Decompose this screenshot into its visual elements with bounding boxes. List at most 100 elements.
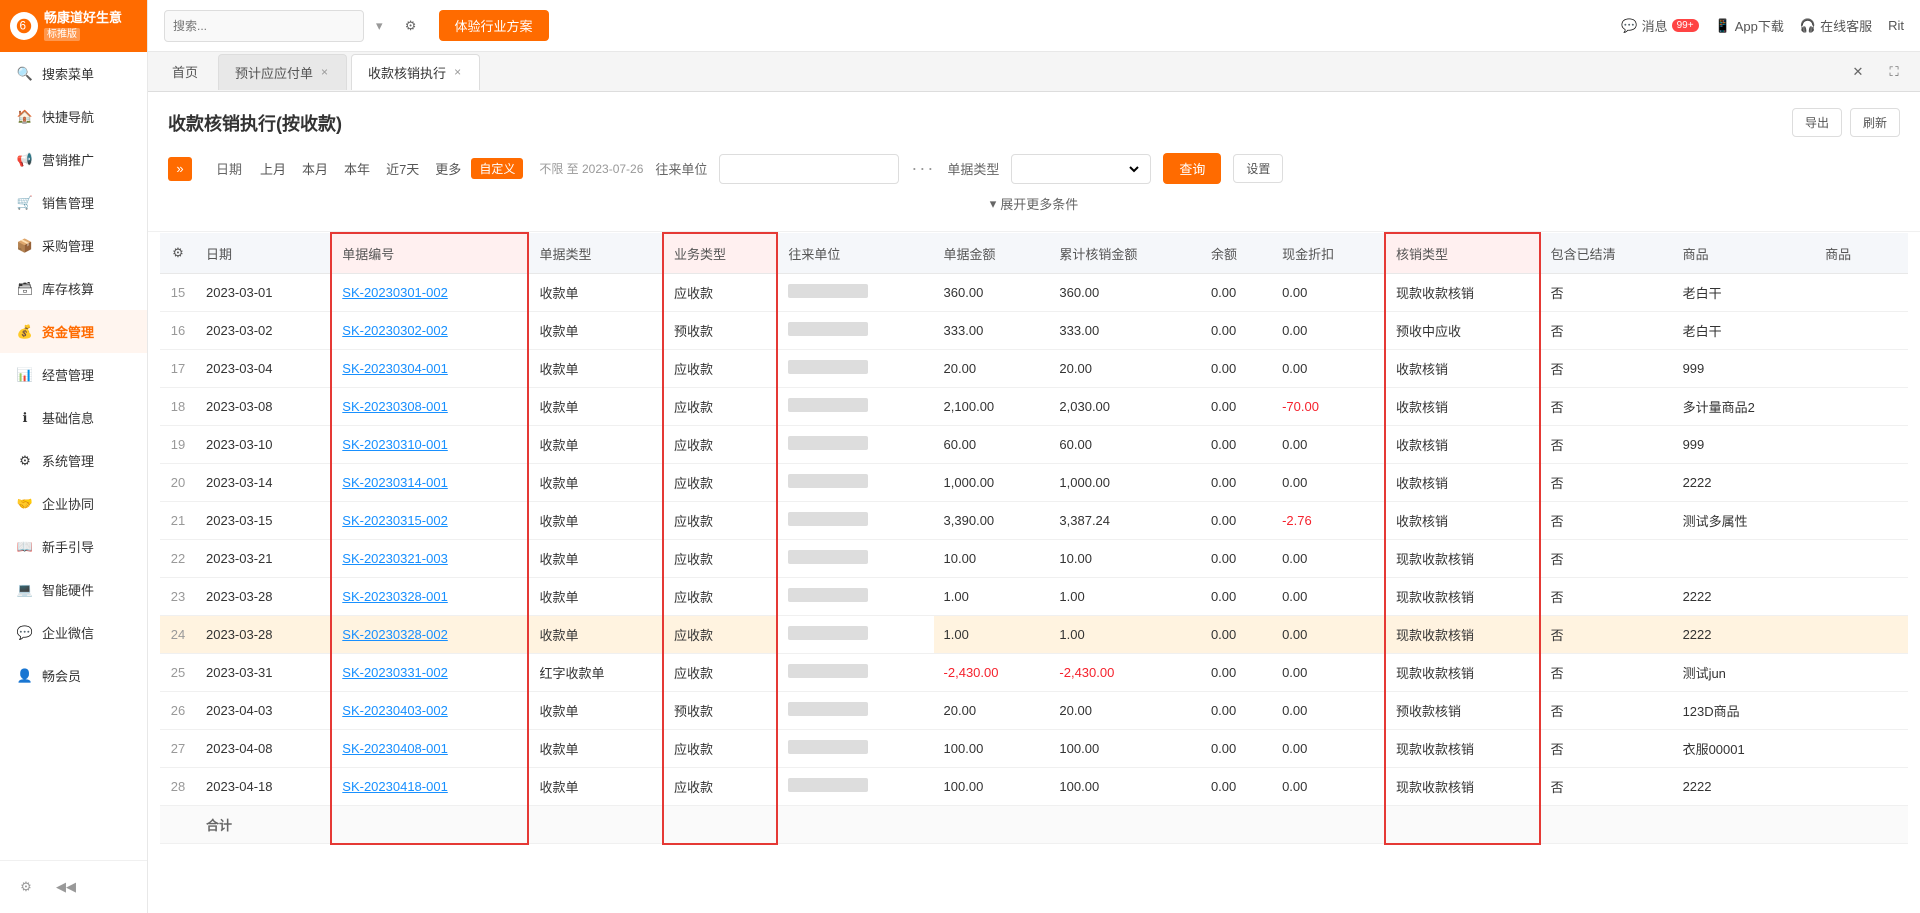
sidebar-item-wechat[interactable]: 💬 企业微信 [0,611,147,654]
bill-no-link[interactable]: SK-20230301-002 [342,285,448,300]
footer-balance [1201,806,1272,844]
bill-no-link[interactable]: SK-20230418-001 [342,779,448,794]
date-this-month-btn[interactable]: 本月 [296,157,334,180]
topbar-search-input[interactable] [173,19,355,33]
bill-no-link[interactable]: SK-20230328-001 [342,589,448,604]
th-amount[interactable]: 单据金额 [934,233,1050,274]
date-custom-btn[interactable]: 自定义 [471,158,523,179]
sidebar-menu: 🔍 搜索菜单 🏠 快捷导航 📢 营销推广 🛒 销售管理 📦 采购管理 🗃 库存核… [0,52,147,860]
th-goods2[interactable]: 商品 [1815,233,1908,274]
date-this-year-btn[interactable]: 本年 [338,157,376,180]
tab-close-all-btn[interactable]: ✕ [1844,58,1872,86]
sidebar-item-marketing[interactable]: 📢 营销推广 [0,138,147,181]
bill-no-link[interactable]: SK-20230408-001 [342,741,448,756]
date-7days-btn[interactable]: 近7天 [380,157,425,180]
partner-filter-input[interactable] [728,162,848,176]
bill-no-link[interactable]: SK-20230308-001 [342,399,448,414]
sidebar-item-basic[interactable]: ℹ 基础信息 [0,396,147,439]
bill-type-select[interactable] [1020,161,1142,177]
sidebar-item-shortcut[interactable]: 🏠 快捷导航 [0,95,147,138]
bill-no-link[interactable]: SK-20230403-002 [342,703,448,718]
topbar-arrow[interactable]: ▾ [376,18,383,34]
th-gear[interactable]: ⚙ [160,233,196,274]
service-btn[interactable]: 🎧 在线客服 [1800,16,1872,35]
th-partner[interactable]: 往来单位 [777,233,933,274]
th-goods[interactable]: 商品 [1673,233,1816,274]
th-bill-no[interactable]: 单据编号 [331,233,528,274]
cell-bill-no: SK-20230408-001 [331,730,528,768]
cell-no: 19 [160,426,196,464]
th-cancel-type[interactable]: 核销类型 [1385,233,1540,274]
user-avatar[interactable]: Rit [1888,18,1904,33]
cell-included: 否 [1540,768,1673,806]
th-included[interactable]: 包含已结清 [1540,233,1673,274]
bill-no-link[interactable]: SK-20230315-002 [342,513,448,528]
cell-partner [777,578,933,616]
collapse-btn[interactable]: ◀◀ [50,871,82,903]
cell-included: 否 [1540,426,1673,464]
tab-prepay[interactable]: 预计应应付单 × [218,54,347,90]
bill-no-link[interactable]: SK-20230310-001 [342,437,448,452]
tab-prepay-close[interactable]: × [319,63,330,81]
th-date[interactable]: 日期 [196,233,331,274]
sidebar-label-member: 畅会员 [42,666,81,685]
expand-more-btn[interactable]: ▾ 展开更多条件 [168,188,1900,219]
cell-partner [777,464,933,502]
bill-no-link[interactable]: SK-20230304-001 [342,361,448,376]
sidebar-item-sales[interactable]: 🛒 销售管理 [0,181,147,224]
sidebar-item-corp[interactable]: 🤝 企业协同 [0,482,147,525]
tab-fullscreen-btn[interactable]: ⛶ [1880,58,1908,86]
sidebar-label-marketing: 营销推广 [42,150,94,169]
filter-toggle-btn[interactable]: » [168,157,192,181]
cell-amount: -2,430.00 [934,654,1050,692]
cell-bill-no: SK-20230302-002 [331,312,528,350]
tab-home[interactable]: 首页 [156,54,214,90]
refresh-btn[interactable]: 刷新 [1850,108,1900,137]
sidebar-item-purchase[interactable]: 📦 采购管理 [0,224,147,267]
sidebar-item-guide[interactable]: 📖 新手引导 [0,525,147,568]
th-discount[interactable]: 现金折扣 [1272,233,1385,274]
filter-dots[interactable]: ··· [911,158,935,179]
query-btn[interactable]: 查询 [1163,153,1221,184]
tab-collection-close[interactable]: × [452,63,463,81]
footer-bill-no [331,806,528,844]
cell-bill-type: 收款单 [528,578,663,616]
th-biz-type[interactable]: 业务类型 [663,233,777,274]
system-icon: ⚙ [16,452,34,470]
th-cumulative[interactable]: 累计核销金额 [1049,233,1201,274]
footer-biz-type [663,806,777,844]
bill-no-link[interactable]: SK-20230321-003 [342,551,448,566]
sidebar-item-stock[interactable]: 🗃 库存核算 [0,267,147,310]
settings-bottom-btn[interactable]: ⚙ [10,871,42,903]
date-last-month-btn[interactable]: 上月 [254,157,292,180]
solution-btn[interactable]: 体验行业方案 [439,10,549,41]
topbar-gear-btn[interactable]: ⚙ [395,10,427,42]
cell-balance: 0.00 [1201,654,1272,692]
bill-no-link[interactable]: SK-20230314-001 [342,475,448,490]
bill-no-link[interactable]: SK-20230331-002 [342,665,448,680]
cell-bill-no: SK-20230418-001 [331,768,528,806]
bill-no-link[interactable]: SK-20230302-002 [342,323,448,338]
date-more-btn[interactable]: 更多 [429,157,467,180]
cell-discount: 0.00 [1272,274,1385,312]
th-balance[interactable]: 余额 [1201,233,1272,274]
sidebar-item-member[interactable]: 👤 畅会员 [0,654,147,697]
settings-filter-btn[interactable]: 设置 [1233,154,1283,183]
home-icon: 🏠 [16,108,34,126]
tab-collection[interactable]: 收款核销执行 × [351,54,480,90]
sidebar-item-operations[interactable]: 📊 经营管理 [0,353,147,396]
cell-cumulative: -2,430.00 [1049,654,1201,692]
sidebar-item-search[interactable]: 🔍 搜索菜单 [0,52,147,95]
sidebar-item-finance[interactable]: 💰 资金管理 [0,310,147,353]
export-btn[interactable]: 导出 [1792,108,1842,137]
cell-no: 28 [160,768,196,806]
sidebar-label-basic: 基础信息 [42,408,94,427]
th-bill-type[interactable]: 单据类型 [528,233,663,274]
message-btn[interactable]: 💬 消息 99+ [1621,16,1698,35]
sidebar-item-system[interactable]: ⚙ 系统管理 [0,439,147,482]
app-download-btn[interactable]: 📱 App下载 [1715,16,1784,35]
table-row: 25 2023-03-31 SK-20230331-002 红字收款单 应收款 … [160,654,1908,692]
cell-cancel-type: 收款核销 [1385,464,1540,502]
bill-no-link[interactable]: SK-20230328-002 [342,627,448,642]
sidebar-item-hardware[interactable]: 💻 智能硬件 [0,568,147,611]
